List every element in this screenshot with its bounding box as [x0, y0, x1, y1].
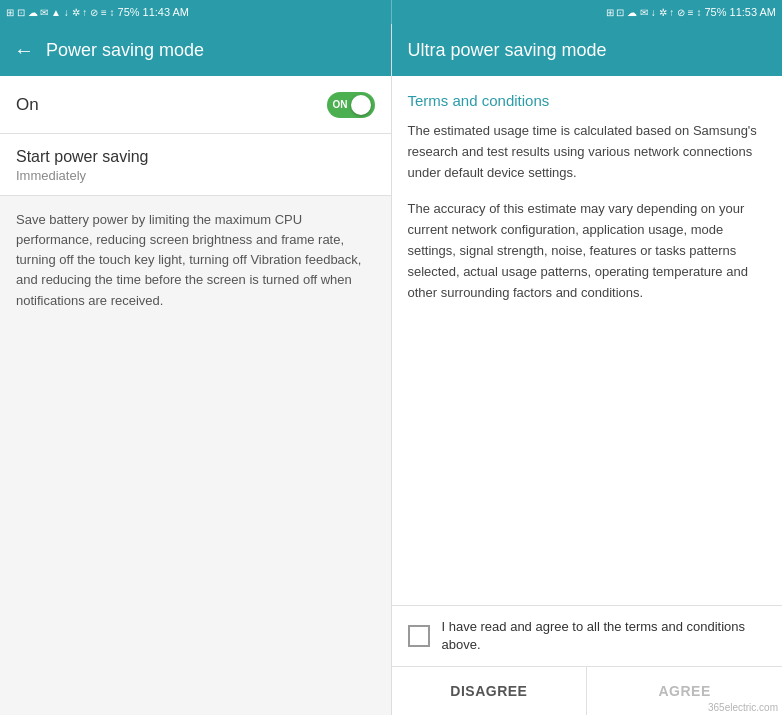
right-bottom: I have read and agree to all the terms a… [392, 605, 783, 715]
terms-paragraph-2: The accuracy of this estimate may vary d… [408, 199, 767, 303]
panels: ← Power saving mode On ON Start power sa… [0, 24, 782, 715]
right-panel-title: Ultra power saving mode [408, 40, 607, 61]
right-header: Ultra power saving mode [392, 24, 783, 76]
start-power-saving-title: Start power saving [16, 148, 375, 166]
left-panel-title: Power saving mode [46, 40, 204, 61]
back-button[interactable]: ← [14, 39, 34, 62]
description-section: Save battery power by limiting the maxim… [0, 196, 391, 325]
disagree-button[interactable]: DISAGREE [392, 667, 588, 715]
watermark: 365electric.com [708, 702, 778, 713]
terms-heading: Terms and conditions [408, 92, 767, 109]
left-header: ← Power saving mode [0, 24, 391, 76]
power-saving-toggle[interactable]: ON [327, 92, 375, 118]
right-time: 11:53 AM [730, 6, 776, 18]
checkbox-row[interactable]: I have read and agree to all the terms a… [392, 606, 783, 667]
status-bar: ⊞ ⊡ ☁ ✉ ▲ ↓ ✲ ↑ ⊘ ≡ ↕ 75% 11:43 AM ⊞ ⊡ ☁… [0, 0, 782, 24]
start-power-saving-subtitle: Immediately [16, 168, 375, 183]
right-panel: Ultra power saving mode Terms and condit… [392, 24, 783, 715]
left-panel: ← Power saving mode On ON Start power sa… [0, 24, 392, 715]
toggle-knob [351, 95, 371, 115]
description-text: Save battery power by limiting the maxim… [16, 210, 375, 311]
start-power-saving-row[interactable]: Start power saving Immediately [0, 134, 391, 196]
left-battery: 75% [118, 6, 140, 18]
status-bar-left: ⊞ ⊡ ☁ ✉ ▲ ↓ ✲ ↑ ⊘ ≡ ↕ 75% 11:43 AM [0, 0, 391, 24]
toggle-on-text: ON [333, 99, 348, 110]
toggle-label: On [16, 95, 39, 115]
status-bar-right: ⊞ ⊡ ☁ ✉ ↓ ✲ ↑ ⊘ ≡ ↕ 75% 11:53 AM [392, 0, 783, 24]
left-time: 11:43 AM [143, 6, 189, 18]
left-icons: ⊞ ⊡ ☁ ✉ ▲ ↓ ✲ ↑ ⊘ ≡ ↕ [6, 7, 115, 18]
checkbox-label: I have read and agree to all the terms a… [442, 618, 767, 654]
right-content: Terms and conditions The estimated usage… [392, 76, 783, 605]
agree-checkbox[interactable] [408, 625, 430, 647]
toggle-row: On ON [0, 76, 391, 134]
terms-paragraph-1: The estimated usage time is calculated b… [408, 121, 767, 183]
right-icons: ⊞ ⊡ ☁ ✉ ↓ ✲ ↑ ⊘ ≡ ↕ [606, 7, 702, 18]
right-battery: 75% [704, 6, 726, 18]
